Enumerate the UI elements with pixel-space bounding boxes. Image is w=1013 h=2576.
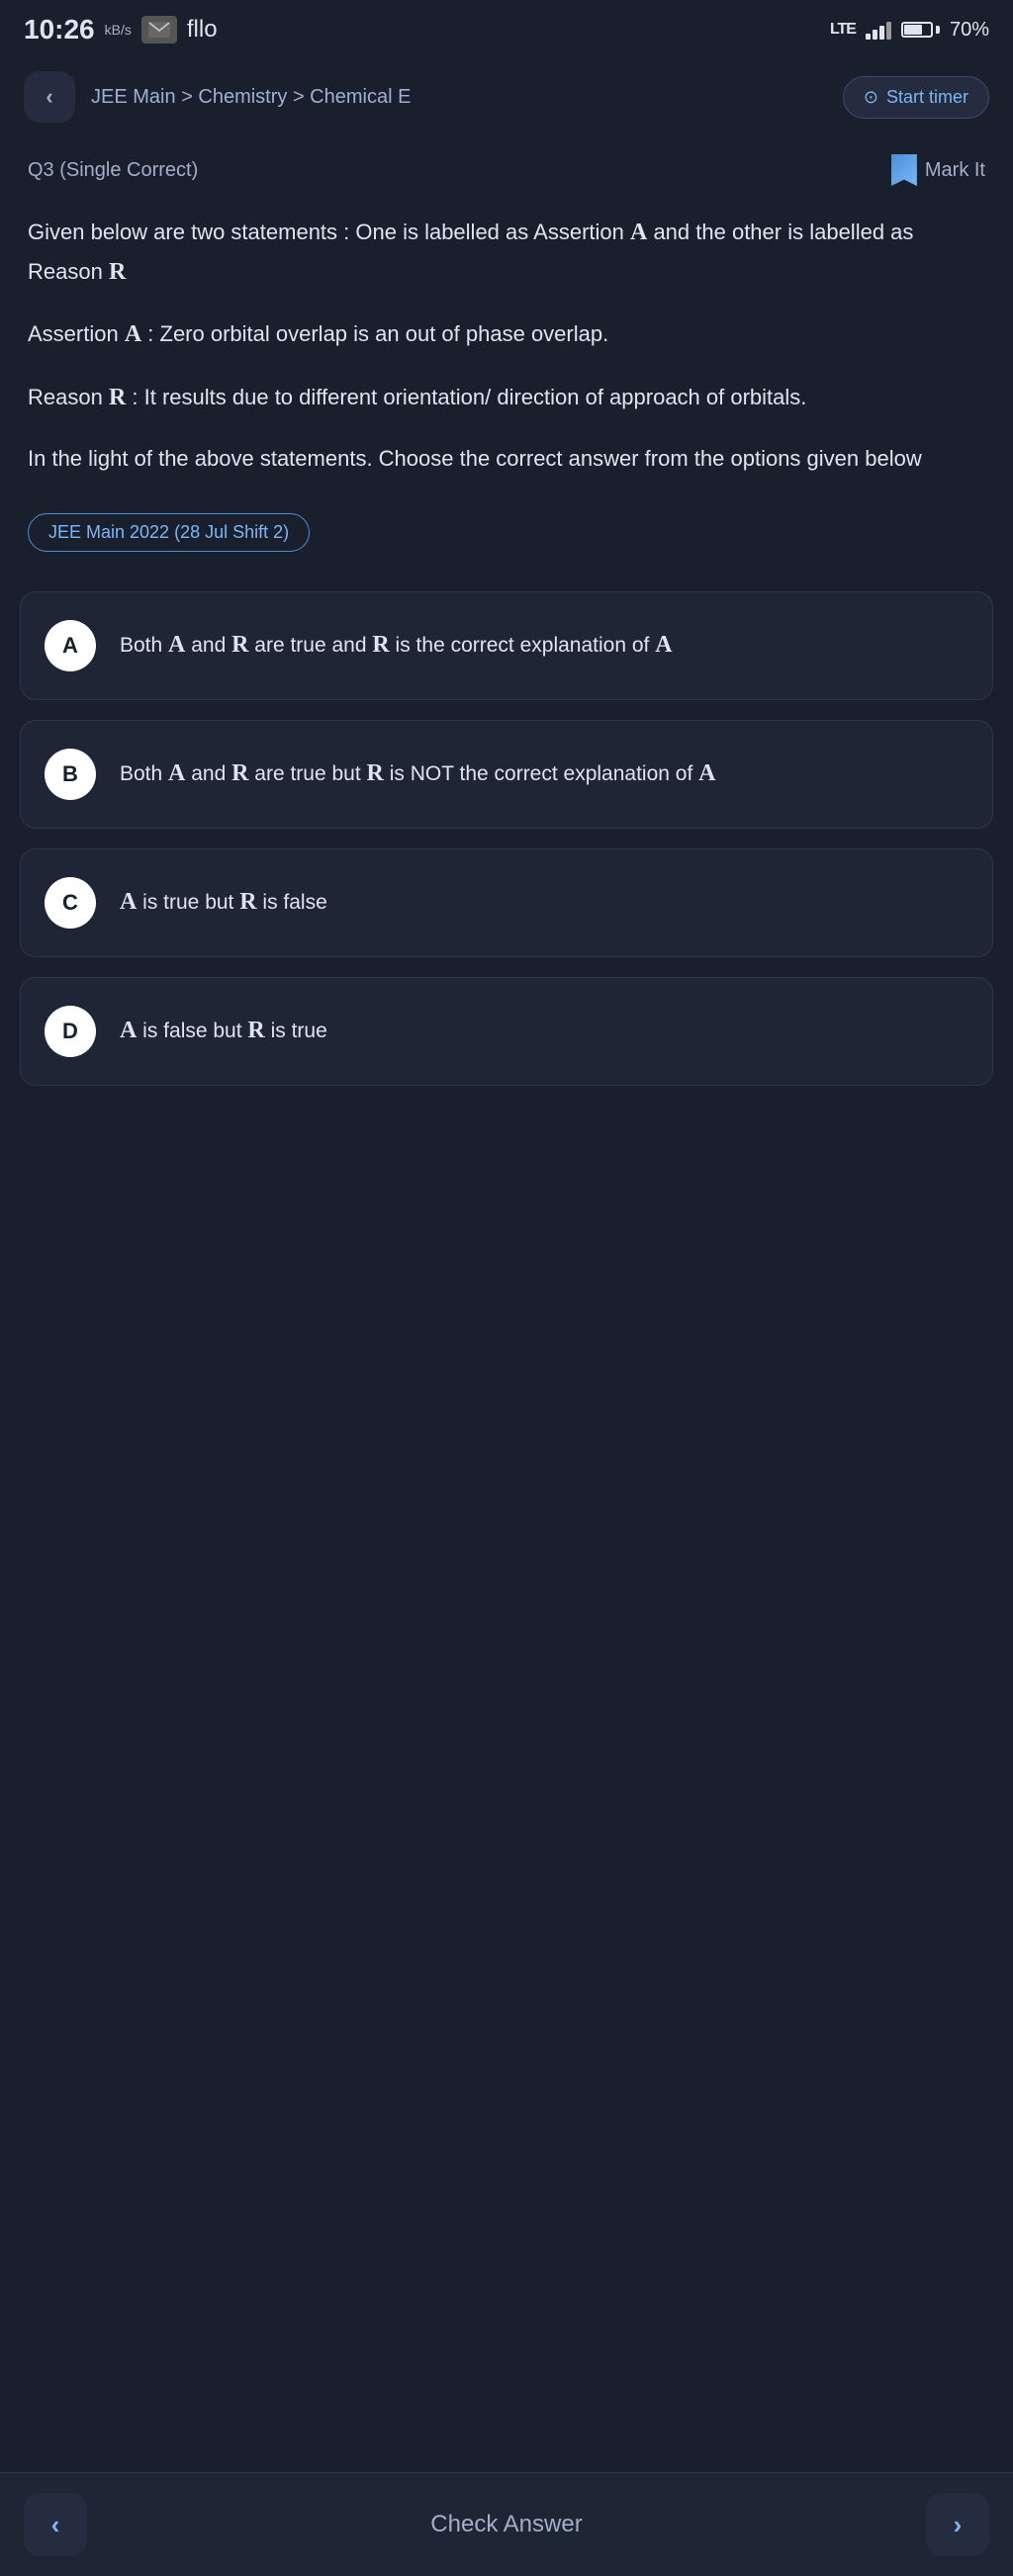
tag-container: JEE Main 2022 (28 Jul Shift 2)	[0, 493, 1013, 591]
question-assertion: Assertion A : Zero orbital overlap is an…	[28, 315, 985, 355]
lte-badge: LTE	[830, 21, 856, 39]
question-content: Given below are two statements : One is …	[0, 198, 1013, 493]
prev-button[interactable]: ‹	[24, 2493, 87, 2556]
check-answer-button[interactable]: Check Answer	[87, 2511, 926, 2538]
next-button[interactable]: ›	[926, 2493, 989, 2556]
question-label: Q3 (Single Correct)	[28, 159, 198, 182]
app-name: fllo	[187, 16, 218, 44]
status-right: LTE 70%	[830, 19, 989, 42]
status-time: 10:26	[24, 14, 95, 45]
option-d-card[interactable]: D A is false but R is true	[20, 977, 993, 1086]
breadcrumb: JEE Main > Chemistry > Chemical E	[91, 86, 827, 109]
option-b-text: Both A and R are true but R is NOT the c…	[120, 755, 715, 792]
question-header: Q3 (Single Correct) Mark It	[0, 142, 1013, 198]
battery-percent: 70%	[950, 19, 989, 42]
nav-bar: ‹ JEE Main > Chemistry > Chemical E ⊙ St…	[0, 55, 1013, 138]
option-b-circle: B	[45, 749, 96, 800]
start-timer-label: Start timer	[886, 87, 968, 108]
prev-arrow-icon: ‹	[51, 2510, 60, 2540]
option-b-letter: B	[62, 761, 78, 787]
option-c-card[interactable]: C A is true but R is false	[20, 848, 993, 957]
option-b-card[interactable]: B Both A and R are true but R is NOT the…	[20, 720, 993, 829]
jee-tag: JEE Main 2022 (28 Jul Shift 2)	[28, 513, 310, 552]
back-chevron-icon: ‹	[46, 84, 52, 110]
option-d-text: A is false but R is true	[120, 1013, 327, 1049]
status-left: 10:26 kB/s fllo	[24, 14, 218, 45]
option-c-circle: C	[45, 877, 96, 929]
bookmark-icon	[891, 154, 917, 186]
status-bar: 10:26 kB/s fllo LTE 70%	[0, 0, 1013, 55]
option-d-circle: D	[45, 1006, 96, 1057]
option-a-circle: A	[45, 620, 96, 671]
mark-it-button[interactable]: Mark It	[891, 154, 985, 186]
start-timer-button[interactable]: ⊙ Start timer	[843, 76, 989, 119]
timer-icon: ⊙	[864, 87, 878, 108]
bottom-bar: ‹ Check Answer ›	[0, 2472, 1013, 2576]
question-intro: Given below are two statements : One is …	[28, 214, 985, 292]
option-a-card[interactable]: A Both A and R are true and R is the cor…	[20, 591, 993, 700]
signal-text: kB/s	[105, 22, 132, 39]
option-d-letter: D	[62, 1019, 78, 1044]
options-container: A Both A and R are true and R is the cor…	[0, 591, 1013, 1086]
option-a-text: Both A and R are true and R is the corre…	[120, 627, 673, 664]
signal-bars	[866, 20, 891, 40]
back-button[interactable]: ‹	[24, 71, 75, 123]
mark-it-label: Mark It	[925, 159, 985, 182]
question-instruction: In the light of the above statements. Ch…	[28, 441, 985, 477]
next-arrow-icon: ›	[954, 2510, 963, 2540]
option-a-letter: A	[62, 633, 78, 659]
option-c-text: A is true but R is false	[120, 884, 327, 921]
mail-icon	[141, 16, 177, 44]
option-c-letter: C	[62, 890, 78, 916]
battery-icon	[901, 22, 940, 38]
question-reason: Reason R : It results due to different o…	[28, 379, 985, 418]
